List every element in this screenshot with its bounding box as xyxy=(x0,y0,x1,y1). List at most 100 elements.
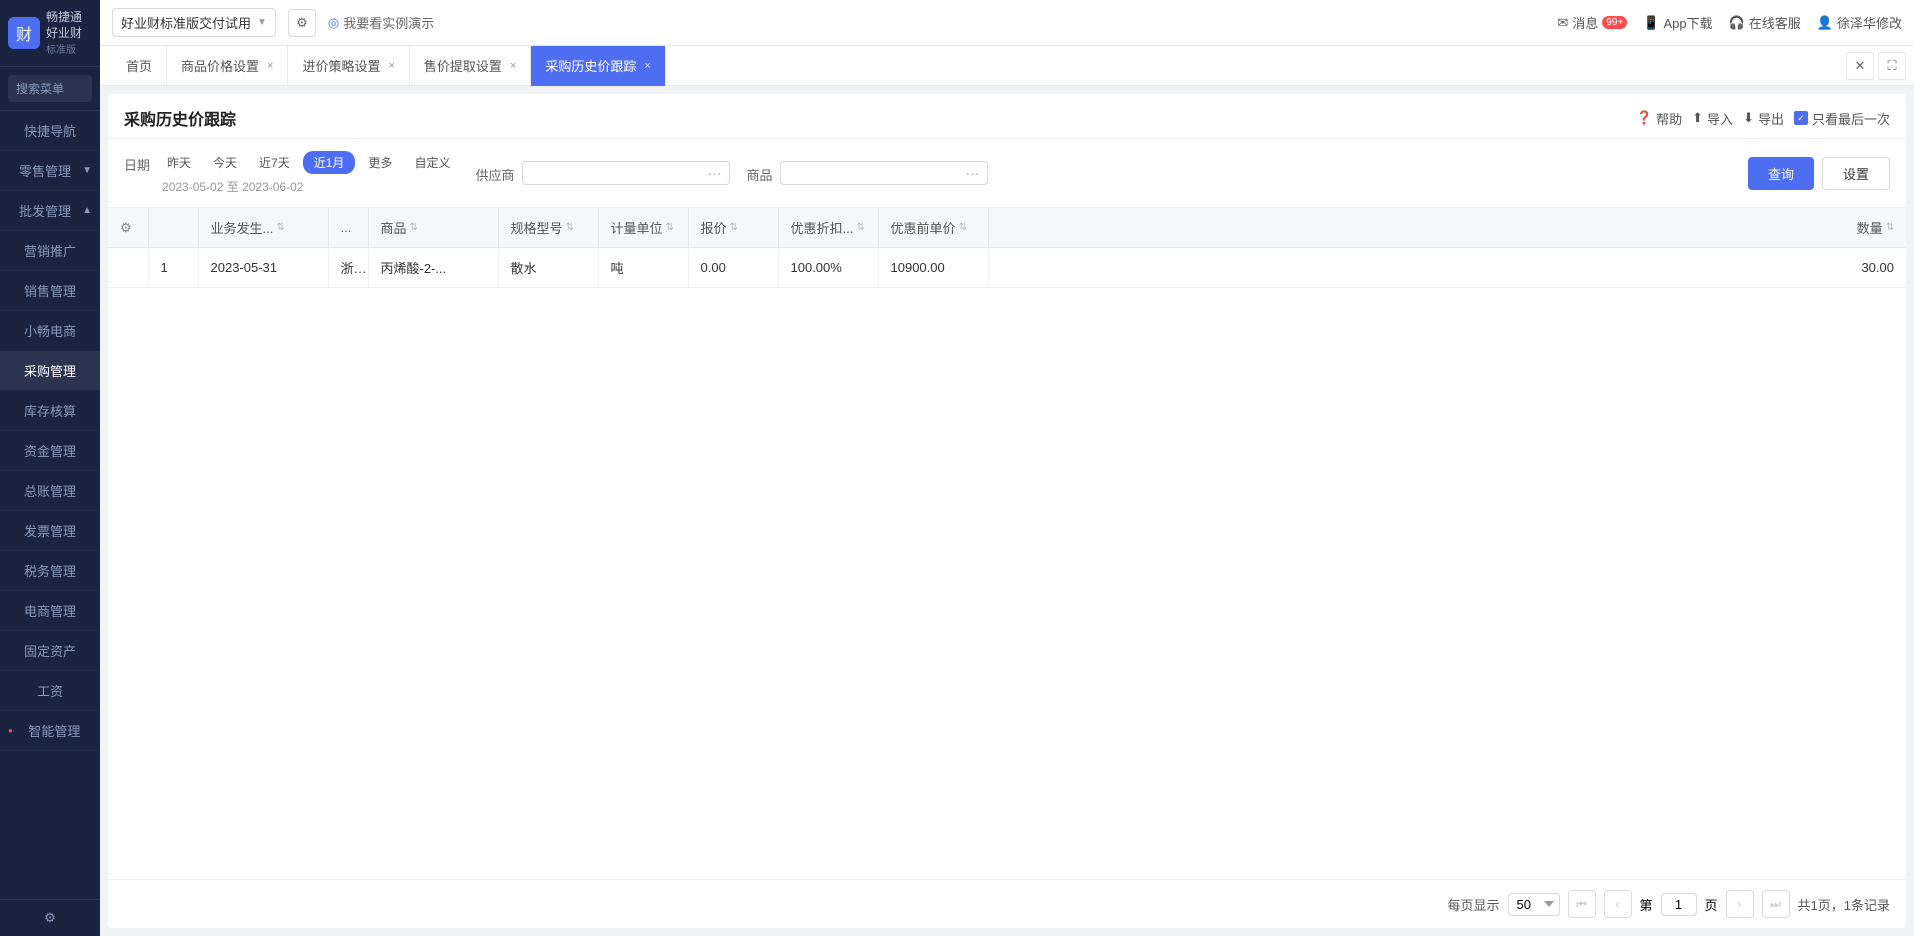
th-date[interactable]: 业务发生... ⇅ xyxy=(198,208,328,248)
date-range-text: 2023-05-02 至 2023-06-02 xyxy=(162,178,459,195)
th-goods[interactable]: 商品 ⇅ xyxy=(368,208,498,248)
user-icon: 👤 xyxy=(1817,15,1833,31)
tab-close-icon[interactable]: × xyxy=(644,60,650,72)
export-button[interactable]: ⬇ 导出 xyxy=(1743,109,1784,128)
tab-close-icon[interactable]: × xyxy=(267,60,273,72)
sidebar-footer-gear[interactable]: ⚙ xyxy=(0,899,100,936)
sidebar-item-采购管理[interactable]: 采购管理 xyxy=(0,351,100,391)
prev-page-button[interactable]: ‹ xyxy=(1604,890,1632,918)
sidebar-item-销售管理[interactable]: 销售管理 xyxy=(0,271,100,311)
sidebar-item-固定资产[interactable]: 固定资产 xyxy=(0,631,100,671)
cell-supplier: 浙江... xyxy=(328,248,368,288)
last-page-button[interactable]: ⏭ xyxy=(1762,890,1790,918)
sidebar-item-智能管理[interactable]: 智能管理 xyxy=(0,711,100,751)
first-page-button[interactable]: ⏮ xyxy=(1568,890,1596,918)
tab-maximize-button[interactable]: ⛶ xyxy=(1878,52,1906,80)
tab-close-icon[interactable]: × xyxy=(510,60,516,72)
sidebar-item-发票管理[interactable]: 发票管理 xyxy=(0,511,100,551)
goods-input[interactable] xyxy=(789,166,965,181)
topbar-right: ✉ 消息 99+ 📱 App下载 🎧 在线客服 👤 徐泽华修改 xyxy=(1557,13,1902,32)
supplier-filter-label: 供应商 xyxy=(475,161,514,184)
page-header-actions: ❓ 帮助 ⬆ 导入 ⬇ 导出 ✓ 只看最后一次 xyxy=(1636,109,1890,128)
sidebar-item-工资[interactable]: 工资 xyxy=(0,671,100,711)
tabbar: 首页商品价格设置×进价策略设置×售价提取设置× 采购历史价跟踪 × ✕ ⛶ xyxy=(100,46,1914,86)
tab-采购历史价跟踪[interactable]: 采购历史价跟踪 × xyxy=(531,46,665,86)
tab-售价提取设置[interactable]: 售价提取设置× xyxy=(410,46,531,86)
th-before-price[interactable]: 优惠前单价 ⇅ xyxy=(878,208,988,248)
sidebar-item-税务管理[interactable]: 税务管理 xyxy=(0,551,100,591)
sidebar-item-资金管理[interactable]: 资金管理 xyxy=(0,431,100,471)
help-button[interactable]: ❓ 帮助 xyxy=(1636,109,1682,128)
th-qty[interactable]: 数量 ⇅ xyxy=(988,208,1906,248)
tab-close-icon[interactable]: × xyxy=(388,60,394,72)
query-button[interactable]: 查询 xyxy=(1748,157,1814,190)
sidebar: 财 畅捷通好业财 标准版 搜索菜单 快捷导航 零售管理▼批发管理▲营销推广销售管… xyxy=(0,0,100,936)
column-settings-icon[interactable]: ⚙ xyxy=(120,220,132,235)
chevron-icon: ▲ xyxy=(82,205,92,216)
date-btn-custom[interactable]: 自定义 xyxy=(405,151,459,174)
th-discount[interactable]: 优惠折扣... ⇅ xyxy=(778,208,878,248)
page-label: 页 xyxy=(1705,895,1718,914)
date-buttons: 昨天 今天 近7天 近1月 更多 自定义 xyxy=(158,151,459,174)
online-service-button[interactable]: 🎧 在线客服 xyxy=(1729,13,1801,32)
page-size-select[interactable]: 50 100 200 xyxy=(1508,893,1560,916)
cell-price: 0.00 xyxy=(688,248,778,288)
tab-close-button[interactable]: ✕ xyxy=(1846,52,1874,80)
page-header: 采购历史价跟踪 ❓ 帮助 ⬆ 导入 ⬇ 导出 ✓ 只看最后一次 xyxy=(108,94,1906,139)
sort-icon-price: ⇅ xyxy=(730,222,738,233)
settings-button[interactable]: 设置 xyxy=(1822,157,1890,190)
sidebar-item-库存核算[interactable]: 库存核算 xyxy=(0,391,100,431)
table-header-row: ⚙ 业务发生... ⇅ ... xyxy=(108,208,1906,248)
sidebar-item-零售管理[interactable]: 零售管理▼ xyxy=(0,151,100,191)
sidebar-item-批发管理[interactable]: 批发管理▲ xyxy=(0,191,100,231)
only-latest-checkbox-label[interactable]: ✓ 只看最后一次 xyxy=(1794,109,1890,128)
user-menu-button[interactable]: 👤 徐泽华修改 xyxy=(1817,13,1902,32)
filter-area: 日期 昨天 今天 近7天 近1月 更多 自定义 2023-05-02 至 202… xyxy=(108,139,1906,208)
page-number-input[interactable] xyxy=(1661,893,1697,916)
demo-button[interactable]: ◎ 我要看实例演示 xyxy=(328,13,434,32)
logo-text: 畅捷通好业财 标准版 xyxy=(46,10,92,56)
sort-icon-goods: ⇅ xyxy=(410,222,418,233)
goods-filter: 商品 ··· xyxy=(746,161,988,185)
date-btn-more[interactable]: 更多 xyxy=(359,151,401,174)
help-icon: ❓ xyxy=(1636,110,1652,126)
sidebar-item-营销推广[interactable]: 营销推广 xyxy=(0,231,100,271)
tab-进价策略设置[interactable]: 进价策略设置× xyxy=(288,46,409,86)
date-btn-1month[interactable]: 近1月 xyxy=(303,151,356,174)
tab-商品价格设置[interactable]: 商品价格设置× xyxy=(167,46,288,86)
headset-icon: 🎧 xyxy=(1729,15,1745,31)
tab-label: 首页 xyxy=(126,56,152,75)
tab-首页[interactable]: 首页 xyxy=(112,46,167,86)
import-button[interactable]: ⬆ 导入 xyxy=(1692,109,1733,128)
settings-gear-button[interactable]: ⚙ xyxy=(288,9,316,37)
cell-index: 1 xyxy=(148,248,198,288)
supplier-more-icon[interactable]: ··· xyxy=(707,165,721,181)
th-spec[interactable]: 规格型号 ⇅ xyxy=(498,208,598,248)
main-content: 好业财标准版交付试用 ▼ ⚙ ◎ 我要看实例演示 ✉ 消息 99+ 📱 App下… xyxy=(100,0,1914,936)
next-page-button[interactable]: › xyxy=(1726,890,1754,918)
sidebar-item-小畅电商[interactable]: 小畅电商 xyxy=(0,311,100,351)
th-price[interactable]: 报价 ⇅ xyxy=(688,208,778,248)
th-unit[interactable]: 计量单位 ⇅ xyxy=(598,208,688,248)
goods-filter-label: 商品 xyxy=(746,161,772,184)
page-size-label: 每页显示 xyxy=(1447,895,1499,914)
page-container: 采购历史价跟踪 ❓ 帮助 ⬆ 导入 ⬇ 导出 ✓ 只看最后一次 xyxy=(108,94,1906,928)
tab-label: 采购历史价跟踪 xyxy=(545,56,636,75)
date-btn-today[interactable]: 今天 xyxy=(204,151,246,174)
sidebar-item-总账管理[interactable]: 总账管理 xyxy=(0,471,100,511)
topbar: 好业财标准版交付试用 ▼ ⚙ ◎ 我要看实例演示 ✉ 消息 99+ 📱 App下… xyxy=(100,0,1914,46)
date-btn-yesterday[interactable]: 昨天 xyxy=(158,151,200,174)
app-download-button[interactable]: 📱 App下载 xyxy=(1643,13,1712,32)
version-selector[interactable]: 好业财标准版交付试用 ▼ xyxy=(112,8,276,37)
goods-more-icon[interactable]: ··· xyxy=(965,165,979,181)
cell-unit: 吨 xyxy=(598,248,688,288)
search-menu-button[interactable]: 搜索菜单 xyxy=(8,75,92,102)
page-title: 采购历史价跟踪 xyxy=(124,106,236,130)
sidebar-logo: 财 畅捷通好业财 标准版 xyxy=(0,0,100,67)
data-table: ⚙ 业务发生... ⇅ ... xyxy=(108,208,1906,288)
sidebar-item-电商管理[interactable]: 电商管理 xyxy=(0,591,100,631)
message-button[interactable]: ✉ 消息 99+ xyxy=(1557,13,1627,32)
sidebar-item-quick-nav[interactable]: 快捷导航 xyxy=(0,111,100,151)
date-btn-7days[interactable]: 近7天 xyxy=(250,151,299,174)
supplier-input[interactable] xyxy=(531,166,707,181)
